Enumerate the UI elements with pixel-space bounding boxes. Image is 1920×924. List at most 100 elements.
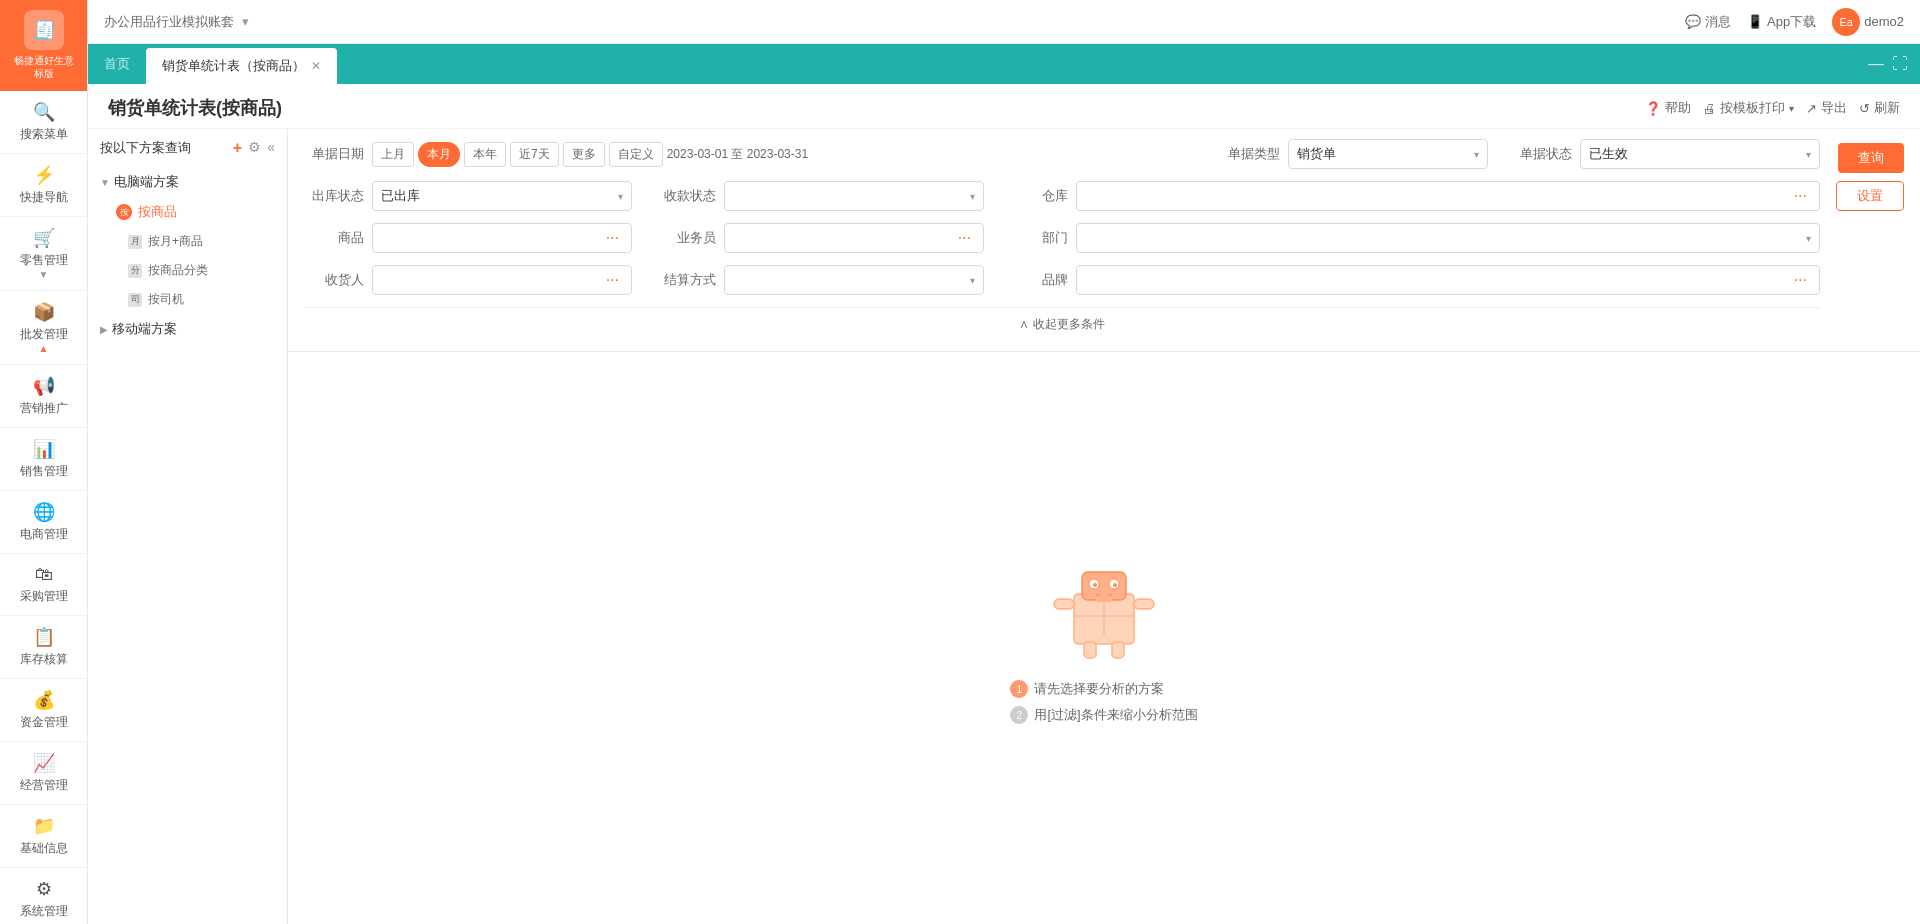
user-profile-button[interactable]: Ea demo2 xyxy=(1832,8,1904,36)
query-button[interactable]: 查询 xyxy=(1838,143,1904,173)
filter-action-buttons: 查询 设置 xyxy=(1820,139,1904,341)
sidebar-item-label: 经营管理 xyxy=(20,777,68,794)
svg-point-5 xyxy=(1113,583,1117,587)
settings-scheme-button[interactable]: ⚙ xyxy=(248,139,261,157)
scheme-by-category[interactable]: 分 按商品分类 xyxy=(92,256,283,285)
ecommerce-icon: 🌐 xyxy=(33,501,55,523)
add-scheme-button[interactable]: + xyxy=(233,139,242,157)
export-button[interactable]: ↗ 导出 xyxy=(1806,99,1847,117)
settlement-label: 结算方式 xyxy=(656,271,716,289)
stock-status-select[interactable]: 已出库 ▾ xyxy=(372,181,632,211)
sidebar-item-system[interactable]: ⚙ 系统管理 xyxy=(0,868,87,924)
mobile-scheme-header[interactable]: ▶ 移动端方案 xyxy=(92,314,283,344)
sidebar-item-search[interactable]: 🔍 搜索菜单 xyxy=(0,91,87,154)
collapse-label: ∧ 收起更多条件 xyxy=(1019,316,1104,333)
download-icon: 📱 xyxy=(1747,14,1763,29)
sidebar-item-operations[interactable]: 📈 经营管理 xyxy=(0,742,87,805)
settings-button[interactable]: 设置 xyxy=(1836,181,1904,211)
scheme-by-month-product[interactable]: 月 按月+商品 xyxy=(92,227,283,256)
message-button[interactable]: 💬 消息 xyxy=(1685,13,1731,31)
payment-status-arrow-icon: ▾ xyxy=(970,191,975,202)
sidebar-item-basics[interactable]: 📁 基础信息 xyxy=(0,805,87,868)
stock-status-label: 出库状态 xyxy=(304,187,364,205)
sidebar-item-label: 批发管理 xyxy=(20,326,68,343)
minimize-icon[interactable]: — xyxy=(1868,55,1884,73)
pc-scheme-header[interactable]: ▼ 电脑端方案 xyxy=(92,167,283,197)
sidebar-item-finance[interactable]: 💰 资金管理 xyxy=(0,679,87,742)
filter-row-4: 收货人 ··· 结算方式 ▾ 品牌 xyxy=(304,265,1820,295)
page-header: 销货单统计表(按商品) ❓ 帮助 🖨 按模板打印 ▾ ↗ 导出 ↺ 刷新 xyxy=(88,84,1920,129)
doc-type-value: 销货单 xyxy=(1297,145,1474,163)
sidebar-item-label: 系统管理 xyxy=(20,903,68,920)
wholesale-icon: 📦 xyxy=(33,301,55,323)
doc-status-select[interactable]: 已生效 ▾ xyxy=(1580,139,1820,169)
sidebar-item-sales[interactable]: 📊 销售管理 xyxy=(0,428,87,491)
pc-scheme-label: 电脑端方案 xyxy=(114,173,179,191)
sidebar-item-shortcut[interactable]: ⚡ 快捷导航 xyxy=(0,154,87,217)
print-arrow-icon: ▾ xyxy=(1789,103,1794,114)
tab-home[interactable]: 首页 xyxy=(88,44,146,84)
body-layout: 按以下方案查询 + ⚙ « ▼ 电脑端方案 按 按商品 xyxy=(88,129,1920,924)
filter-content: 单据日期 上月 本月 本年 近7天 更多 自定义 2023-03-01 至 20… xyxy=(288,129,1920,351)
warehouse-select[interactable]: ··· xyxy=(1076,181,1820,211)
app-download-button[interactable]: 📱 App下载 xyxy=(1747,13,1816,31)
finance-icon: 💰 xyxy=(33,689,55,711)
settlement-select[interactable]: ▾ xyxy=(724,265,984,295)
category-icon: 分 xyxy=(128,264,142,278)
warehouse-more-icon[interactable]: ··· xyxy=(1790,187,1811,205)
message-icon: 💬 xyxy=(1685,14,1701,29)
product-more-icon[interactable]: ··· xyxy=(602,229,623,247)
date-btn-this-year[interactable]: 本年 xyxy=(464,142,506,167)
svg-point-4 xyxy=(1093,583,1097,587)
search-icon: 🔍 xyxy=(33,101,55,123)
doc-type-select[interactable]: 销货单 ▾ xyxy=(1288,139,1488,169)
tab-bar: 首页 销货单统计表（按商品） ✕ — ⛶ xyxy=(88,44,1920,84)
sidebar-item-marketing[interactable]: 📢 营销推广 xyxy=(0,365,87,428)
top-header: 办公用品行业模拟账套 ▾ 💬 消息 📱 App下载 Ea demo2 xyxy=(88,0,1920,44)
empty-state: 1 请先选择要分析的方案 2 用[过滤]条件来缩小分析范围 xyxy=(288,352,1920,924)
help-button[interactable]: ❓ 帮助 xyxy=(1645,99,1691,117)
page-actions: ❓ 帮助 🖨 按模板打印 ▾ ↗ 导出 ↺ 刷新 xyxy=(1645,99,1900,117)
date-btn-more[interactable]: 更多 xyxy=(563,142,605,167)
workspace-dropdown-icon[interactable]: ▾ xyxy=(242,14,249,29)
sidebar-item-label: 库存核算 xyxy=(20,651,68,668)
collapse-panel-button[interactable]: « xyxy=(267,139,275,157)
brand-select[interactable]: ··· xyxy=(1076,265,1820,295)
payment-status-select[interactable]: ▾ xyxy=(724,181,984,211)
date-btn-7days[interactable]: 近7天 xyxy=(510,142,559,167)
page-title: 销货单统计表(按商品) xyxy=(108,96,282,120)
brand-more-icon[interactable]: ··· xyxy=(1790,271,1811,289)
print-icon: 🖨 xyxy=(1703,101,1716,116)
product-select[interactable]: ··· xyxy=(372,223,632,253)
doc-status-arrow-icon: ▾ xyxy=(1806,149,1811,160)
filter-row-3: 商品 ··· 业务员 ··· 部门 xyxy=(304,223,1820,253)
sidebar: 🧾 畅捷通好生意 标版 🔍 搜索菜单 ⚡ 快捷导航 🛒 零售管理 ▼ 📦 批发管… xyxy=(0,0,88,924)
sidebar-item-retail[interactable]: 🛒 零售管理 ▼ xyxy=(0,217,87,291)
recipient-more-icon[interactable]: ··· xyxy=(602,271,623,289)
tab-close-icon[interactable]: ✕ xyxy=(311,60,321,72)
maximize-icon[interactable]: ⛶ xyxy=(1892,55,1908,73)
workspace-info: 办公用品行业模拟账套 ▾ xyxy=(104,13,249,31)
salesperson-more-icon[interactable]: ··· xyxy=(954,229,975,247)
refresh-button[interactable]: ↺ 刷新 xyxy=(1859,99,1900,117)
sidebar-item-wholesale[interactable]: 📦 批发管理 ▲ xyxy=(0,291,87,365)
salesperson-select[interactable]: ··· xyxy=(724,223,984,253)
svg-rect-6 xyxy=(1054,599,1074,609)
sidebar-item-ecommerce[interactable]: 🌐 电商管理 xyxy=(0,491,87,554)
tab-report[interactable]: 销货单统计表（按商品） ✕ xyxy=(146,48,337,84)
print-button[interactable]: 🖨 按模板打印 ▾ xyxy=(1703,99,1794,117)
filter-row-1: 单据日期 上月 本月 本年 近7天 更多 自定义 2023-03-01 至 20… xyxy=(304,139,1820,169)
date-btn-this-month[interactable]: 本月 xyxy=(418,142,460,167)
collapse-filter-button[interactable]: ∧ 收起更多条件 xyxy=(304,307,1820,341)
sidebar-item-purchase[interactable]: 🛍 采购管理 xyxy=(0,554,87,616)
date-btn-custom[interactable]: 自定义 xyxy=(609,142,663,167)
system-icon: ⚙ xyxy=(36,878,52,900)
recipient-select[interactable]: ··· xyxy=(372,265,632,295)
filter-row-2: 出库状态 已出库 ▾ 收款状态 ▾ 仓库 xyxy=(304,181,1820,211)
date-label: 单据日期 xyxy=(304,145,364,163)
sidebar-item-inventory[interactable]: 📋 库存核算 xyxy=(0,616,87,679)
scheme-by-driver[interactable]: 司 按司机 xyxy=(92,285,283,314)
department-select[interactable]: ▾ xyxy=(1076,223,1820,253)
scheme-by-product[interactable]: 按 按商品 xyxy=(92,197,283,227)
date-btn-last-month[interactable]: 上月 xyxy=(372,142,414,167)
